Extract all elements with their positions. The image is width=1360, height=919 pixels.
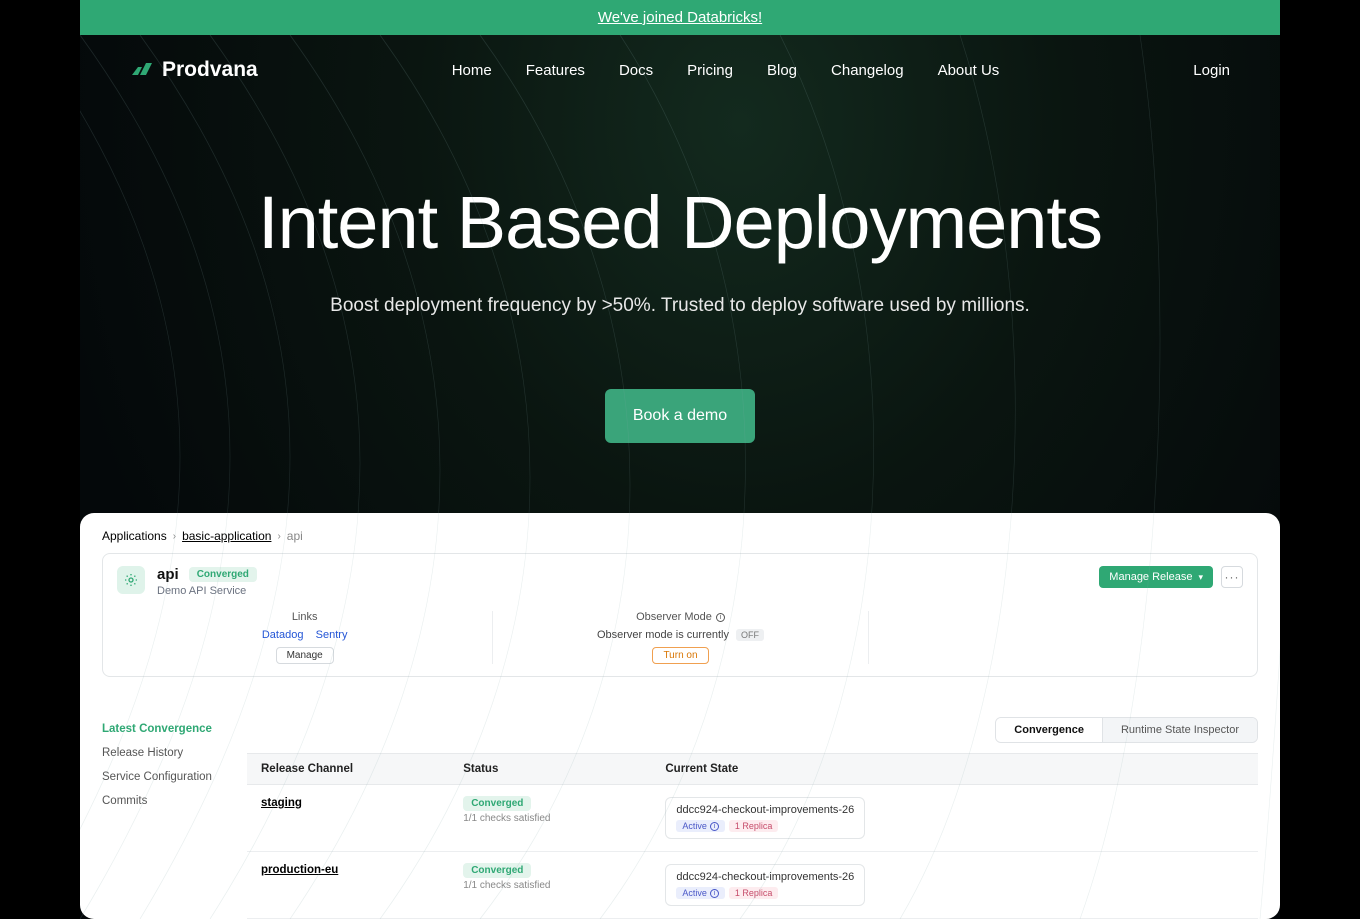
current-state-box: ddcc924-checkout-improvements-26 Active … bbox=[665, 797, 865, 839]
channel-link[interactable]: staging bbox=[261, 797, 302, 809]
service-card: api Converged Demo API Service Manage Re… bbox=[102, 553, 1258, 677]
announcement-banner: We've joined Databricks! bbox=[80, 0, 1280, 35]
links-title: Links bbox=[127, 611, 482, 623]
nav-features[interactable]: Features bbox=[526, 62, 585, 79]
tab-runtime-state-inspector[interactable]: Runtime State Inspector bbox=[1103, 718, 1257, 742]
link-datadog[interactable]: Datadog bbox=[262, 629, 304, 641]
links-column: Links Datadog Sentry Manage bbox=[117, 611, 492, 664]
link-sentry[interactable]: Sentry bbox=[316, 629, 348, 641]
nav-login[interactable]: Login bbox=[1193, 62, 1230, 79]
logo[interactable]: Prodvana bbox=[130, 58, 258, 82]
hero: Intent Based Deployments Boost deploymen… bbox=[80, 105, 1280, 513]
release-channels-table: Release Channel Status Current State sta… bbox=[247, 753, 1258, 919]
view-segment: Convergence Runtime State Inspector bbox=[995, 717, 1258, 743]
info-icon[interactable]: i bbox=[716, 613, 725, 622]
status-badge: Converged bbox=[463, 863, 531, 878]
nav-pricing[interactable]: Pricing bbox=[687, 62, 733, 79]
info-icon: i bbox=[710, 889, 719, 898]
observer-text: Observer mode is currently bbox=[597, 629, 729, 641]
col-status: Status bbox=[449, 754, 651, 785]
breadcrumb: Applications › basic-application › api bbox=[102, 527, 1258, 553]
crumb-root[interactable]: Applications bbox=[102, 529, 167, 543]
checks-text: 1/1 checks satisfied bbox=[463, 880, 637, 891]
replica-chip: 1 Replica bbox=[729, 887, 779, 899]
version-text: ddcc924-checkout-improvements-26 bbox=[676, 804, 854, 816]
nav-docs[interactable]: Docs bbox=[619, 62, 653, 79]
sidenav-latest-convergence[interactable]: Latest Convergence bbox=[102, 717, 247, 741]
hero-subtitle: Boost deployment frequency by >50%. Trus… bbox=[80, 295, 1280, 317]
chevron-right-icon: › bbox=[173, 531, 176, 542]
current-state-box: ddcc924-checkout-improvements-26 Active … bbox=[665, 864, 865, 906]
active-chip: Active i bbox=[676, 887, 725, 899]
table-row: production-eu Converged 1/1 checks satis… bbox=[247, 852, 1258, 919]
status-badge: Converged bbox=[189, 567, 257, 582]
version-text: ddcc924-checkout-improvements-26 bbox=[676, 871, 854, 883]
observer-title: Observer Mode bbox=[636, 611, 712, 623]
more-actions-button[interactable]: ··· bbox=[1221, 566, 1243, 588]
table-row: staging Converged 1/1 checks satisfied d… bbox=[247, 785, 1258, 852]
observer-turn-on-button[interactable]: Turn on bbox=[652, 647, 708, 664]
status-badge: Converged bbox=[463, 796, 531, 811]
logo-text: Prodvana bbox=[162, 58, 258, 82]
service-gear-icon bbox=[117, 566, 145, 594]
top-nav: Prodvana Home Features Docs Pricing Blog… bbox=[80, 35, 1280, 105]
replica-chip: 1 Replica bbox=[729, 820, 779, 832]
checks-text: 1/1 checks satisfied bbox=[463, 813, 637, 824]
sidenav-commits[interactable]: Commits bbox=[102, 789, 247, 813]
active-chip: Active i bbox=[676, 820, 725, 832]
manage-release-button[interactable]: Manage Release ▾ bbox=[1099, 566, 1213, 588]
crumb-current: api bbox=[287, 529, 303, 543]
service-description: Demo API Service bbox=[157, 585, 257, 597]
nav-home[interactable]: Home bbox=[452, 62, 492, 79]
nav-changelog[interactable]: Changelog bbox=[831, 62, 904, 79]
sidenav-service-configuration[interactable]: Service Configuration bbox=[102, 765, 247, 789]
chevron-right-icon: › bbox=[277, 531, 280, 542]
tab-convergence[interactable]: Convergence bbox=[996, 718, 1103, 742]
hero-title: Intent Based Deployments bbox=[80, 180, 1280, 265]
sidenav-release-history[interactable]: Release History bbox=[102, 741, 247, 765]
book-demo-button[interactable]: Book a demo bbox=[605, 389, 755, 443]
ellipsis-icon: ··· bbox=[1225, 570, 1240, 584]
col-current-state: Current State bbox=[651, 754, 1258, 785]
logo-icon bbox=[130, 61, 154, 79]
nav-blog[interactable]: Blog bbox=[767, 62, 797, 79]
chevron-down-icon: ▾ bbox=[1198, 572, 1203, 583]
service-name: api bbox=[157, 566, 179, 583]
nav-about[interactable]: About Us bbox=[938, 62, 1000, 79]
info-icon: i bbox=[710, 822, 719, 831]
empty-column bbox=[868, 611, 1243, 664]
manage-links-button[interactable]: Manage bbox=[276, 647, 334, 664]
section-sidenav: Latest Convergence Release History Servi… bbox=[102, 717, 247, 919]
observer-state: OFF bbox=[736, 629, 764, 641]
channel-link[interactable]: production-eu bbox=[261, 864, 338, 876]
announcement-link[interactable]: We've joined Databricks! bbox=[598, 9, 762, 26]
dashboard-preview: Applications › basic-application › api bbox=[80, 513, 1280, 919]
crumb-app[interactable]: basic-application bbox=[182, 529, 271, 543]
col-release-channel: Release Channel bbox=[247, 754, 449, 785]
observer-column: Observer Mode i Observer mode is current… bbox=[492, 611, 867, 664]
